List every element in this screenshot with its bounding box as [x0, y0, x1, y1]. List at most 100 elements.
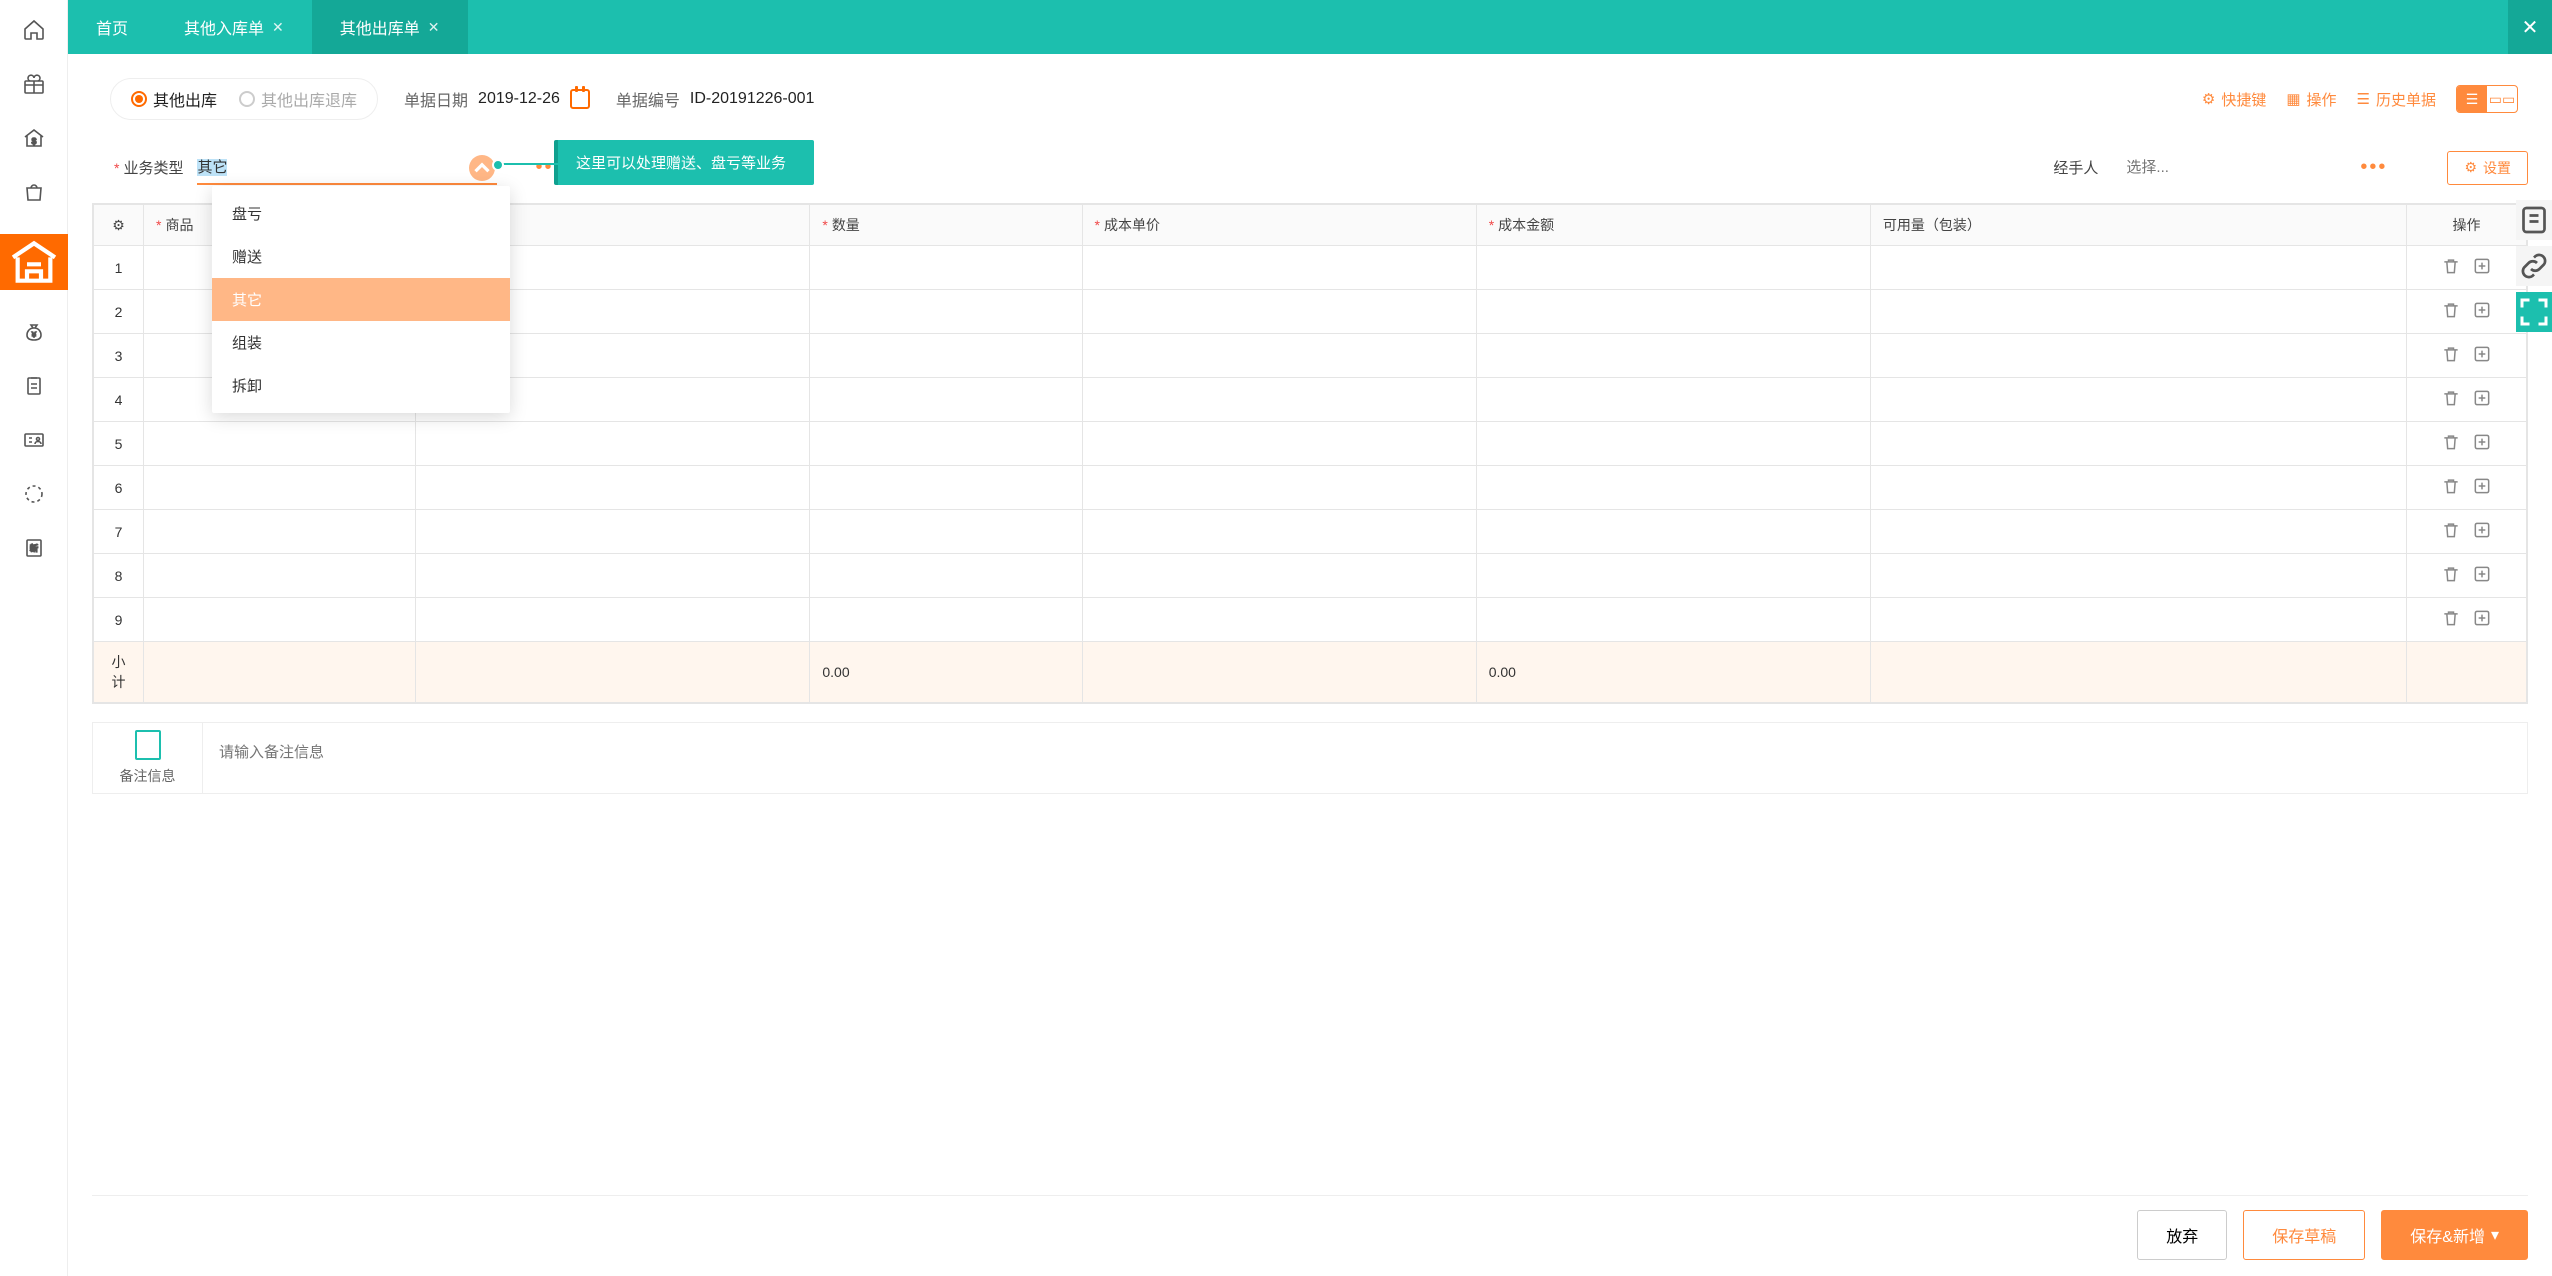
- gift-icon[interactable]: [22, 72, 46, 96]
- delete-icon[interactable]: [2441, 256, 2461, 276]
- cell-cost-price[interactable]: [1082, 598, 1476, 642]
- close-icon[interactable]: ✕: [428, 19, 440, 36]
- home-icon[interactable]: [22, 18, 46, 42]
- cell-qty[interactable]: [810, 422, 1082, 466]
- cell-cost-amount[interactable]: [1476, 422, 1870, 466]
- cell-cost-price[interactable]: [1082, 554, 1476, 598]
- cell-product[interactable]: [144, 422, 416, 466]
- close-icon[interactable]: ✕: [272, 19, 284, 36]
- dropdown-option[interactable]: 组装: [212, 321, 510, 364]
- cell-cost-amount[interactable]: [1476, 598, 1870, 642]
- radio-other-out-return[interactable]: 其他出库退库: [239, 87, 357, 111]
- cell-product[interactable]: [144, 598, 416, 642]
- cell-cost-price[interactable]: [1082, 422, 1476, 466]
- cell-cost-price[interactable]: [1082, 466, 1476, 510]
- delete-icon[interactable]: [2441, 476, 2461, 496]
- add-row-icon[interactable]: [2472, 388, 2492, 408]
- cell-available[interactable]: [1870, 378, 2406, 422]
- remark-input[interactable]: [203, 723, 2527, 793]
- delete-icon[interactable]: [2441, 388, 2461, 408]
- delete-icon[interactable]: [2441, 344, 2461, 364]
- cell-available[interactable]: [1870, 246, 2406, 290]
- new-doc-icon[interactable]: 新: [22, 536, 46, 560]
- cell-cost-price[interactable]: [1082, 378, 1476, 422]
- handler-input[interactable]: [2126, 159, 2346, 176]
- dropdown-option[interactable]: 盘亏: [212, 192, 510, 235]
- cell-unit[interactable]: [416, 510, 810, 554]
- add-row-icon[interactable]: [2472, 432, 2492, 452]
- col-gear[interactable]: ⚙: [94, 205, 144, 246]
- table-row[interactable]: 7: [94, 510, 2527, 554]
- save-draft-button[interactable]: 保存草稿: [2243, 1210, 2365, 1260]
- note-icon[interactable]: [2516, 200, 2552, 240]
- biz-type-select[interactable]: 其它: [197, 150, 497, 185]
- delete-icon[interactable]: [2441, 432, 2461, 452]
- shortcut-button[interactable]: ⚙快捷键: [2202, 89, 2266, 110]
- loading-icon[interactable]: [22, 482, 46, 506]
- cell-cost-amount[interactable]: [1476, 554, 1870, 598]
- calendar-icon[interactable]: [570, 89, 590, 109]
- cell-cost-price[interactable]: [1082, 290, 1476, 334]
- clipboard-icon[interactable]: [22, 374, 46, 398]
- add-row-icon[interactable]: [2472, 256, 2492, 276]
- add-row-icon[interactable]: [2472, 564, 2492, 584]
- cell-cost-amount[interactable]: [1476, 246, 1870, 290]
- tab-other-out[interactable]: 其他出库单✕: [312, 0, 468, 54]
- cell-qty[interactable]: [810, 554, 1082, 598]
- more-icon[interactable]: •••: [2360, 156, 2387, 179]
- table-row[interactable]: 6: [94, 466, 2527, 510]
- view-list-icon[interactable]: ☰: [2457, 86, 2487, 112]
- cell-cost-price[interactable]: [1082, 510, 1476, 554]
- tab-other-in[interactable]: 其他入库单✕: [156, 0, 312, 54]
- cell-available[interactable]: [1870, 466, 2406, 510]
- tab-home[interactable]: 首页: [68, 0, 156, 54]
- cell-qty[interactable]: [810, 466, 1082, 510]
- id-card-icon[interactable]: [22, 428, 46, 452]
- delete-icon[interactable]: [2441, 300, 2461, 320]
- view-card-icon[interactable]: ▭▭: [2487, 86, 2517, 112]
- cell-product[interactable]: [144, 466, 416, 510]
- cell-unit[interactable]: [416, 422, 810, 466]
- cell-qty[interactable]: [810, 246, 1082, 290]
- money-house-icon[interactable]: $: [22, 126, 46, 150]
- add-row-icon[interactable]: [2472, 344, 2492, 364]
- dropdown-option[interactable]: 赠送: [212, 235, 510, 278]
- delete-icon[interactable]: [2441, 520, 2461, 540]
- cell-cost-amount[interactable]: [1476, 510, 1870, 554]
- history-button[interactable]: ☰历史单据: [2357, 89, 2436, 110]
- cell-unit[interactable]: [416, 554, 810, 598]
- delete-icon[interactable]: [2441, 608, 2461, 628]
- table-row[interactable]: 8: [94, 554, 2527, 598]
- add-row-icon[interactable]: [2472, 476, 2492, 496]
- cell-qty[interactable]: [810, 598, 1082, 642]
- cell-product[interactable]: [144, 554, 416, 598]
- add-row-icon[interactable]: [2472, 300, 2492, 320]
- expand-icon[interactable]: [2516, 292, 2552, 332]
- dropdown-option[interactable]: 其它: [212, 278, 510, 321]
- warehouse-icon[interactable]: [0, 234, 68, 290]
- cell-qty[interactable]: [810, 334, 1082, 378]
- cell-available[interactable]: [1870, 290, 2406, 334]
- cell-qty[interactable]: [810, 378, 1082, 422]
- shopping-bag-icon[interactable]: [22, 180, 46, 204]
- cell-cost-amount[interactable]: [1476, 466, 1870, 510]
- cell-unit[interactable]: [416, 466, 810, 510]
- cell-cost-amount[interactable]: [1476, 290, 1870, 334]
- cell-unit[interactable]: [416, 598, 810, 642]
- settings-button[interactable]: ⚙设置: [2447, 151, 2528, 185]
- add-row-icon[interactable]: [2472, 520, 2492, 540]
- radio-other-out[interactable]: 其他出库: [131, 87, 217, 111]
- discard-button[interactable]: 放弃: [2137, 1210, 2227, 1260]
- table-row[interactable]: 9: [94, 598, 2527, 642]
- cell-qty[interactable]: [810, 510, 1082, 554]
- cell-cost-amount[interactable]: [1476, 378, 1870, 422]
- cell-cost-price[interactable]: [1082, 246, 1476, 290]
- cell-available[interactable]: [1870, 422, 2406, 466]
- money-bag-icon[interactable]: ¥: [22, 320, 46, 344]
- save-new-button[interactable]: 保存&新增▾: [2381, 1210, 2528, 1260]
- operate-button[interactable]: ▦操作: [2286, 89, 2336, 110]
- add-row-icon[interactable]: [2472, 608, 2492, 628]
- doc-date-value[interactable]: 2019-12-26: [478, 90, 560, 108]
- table-row[interactable]: 5: [94, 422, 2527, 466]
- cell-cost-amount[interactable]: [1476, 334, 1870, 378]
